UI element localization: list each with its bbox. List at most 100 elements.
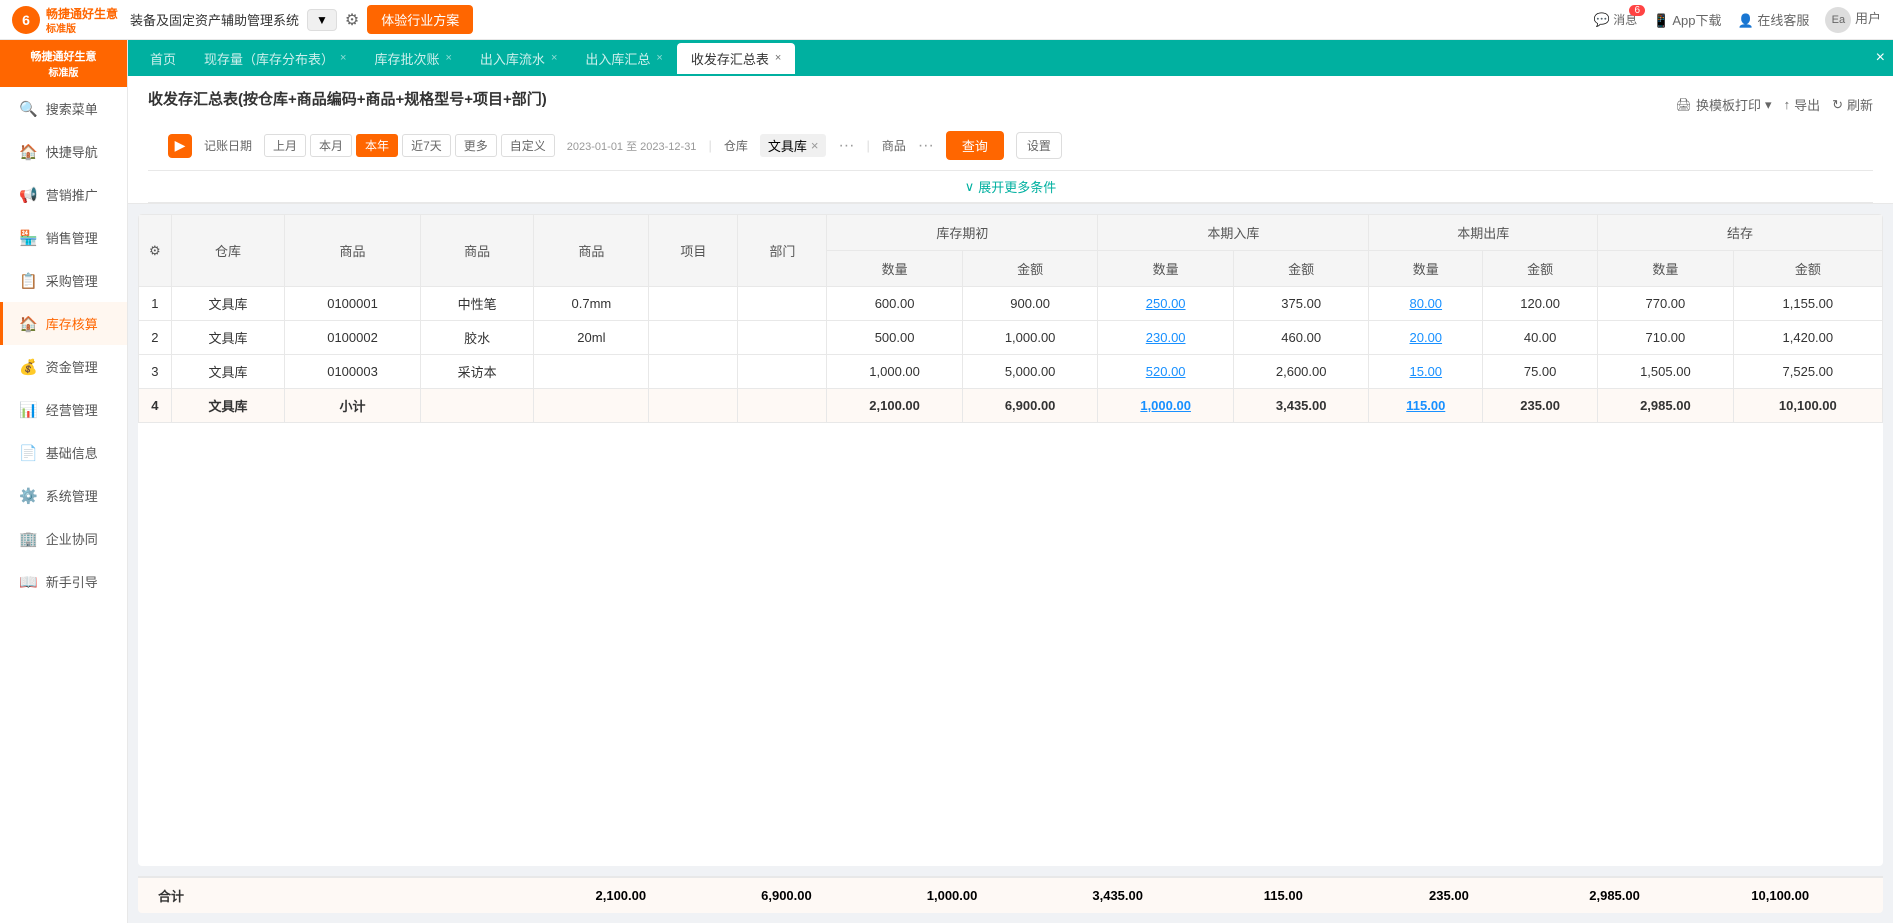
chip-this-month[interactable]: 本月 (310, 134, 352, 157)
finance-icon: 💰 (19, 358, 38, 376)
table-container: ⚙ 仓库 商品 商品 商品 项目 部门 库存期初 本期入库 本期出库 结存 (138, 214, 1883, 866)
date-label: 记账日期 (204, 137, 252, 154)
basic-icon: 📄 (19, 444, 38, 462)
sidebar-item-sales[interactable]: 🏪 销售管理 (0, 216, 127, 259)
chip-last-month[interactable]: 上月 (264, 134, 306, 157)
row-close-amt: 1,420.00 (1733, 321, 1882, 355)
system-name: 装备及固定资产辅助管理系统 (130, 10, 299, 29)
row-in-qty[interactable]: 520.00 (1098, 355, 1234, 389)
row-open-amt: 5,000.00 (962, 355, 1098, 389)
row-no: 3 (139, 355, 172, 389)
tab-stock-dist[interactable]: 现存量（库存分布表） × (190, 43, 360, 74)
th-code: 商品 (285, 215, 421, 287)
sidebar-label-purchase: 采购管理 (46, 271, 98, 290)
tab-inout-flow-label: 出入库流水 (480, 49, 545, 68)
row-out-amt: 235.00 (1483, 389, 1598, 423)
date-range: 2023-01-01 至 2023-12-31 (567, 138, 697, 154)
sidebar-label-marketing: 营销推广 (46, 185, 98, 204)
row-in-qty[interactable]: 250.00 (1098, 287, 1234, 321)
tab-inout-summary-label: 出入库汇总 (585, 49, 650, 68)
sidebar-label-search: 搜索菜单 (46, 99, 98, 118)
tab-inout-flow[interactable]: 出入库流水 × (466, 43, 571, 74)
app-logo: 6 畅捷通好生意 标准版 (12, 5, 118, 35)
row-in-qty[interactable]: 230.00 (1098, 321, 1234, 355)
row-name (420, 389, 534, 423)
sidebar-item-operation[interactable]: 📊 经营管理 (0, 388, 127, 431)
system-dropdown[interactable]: ▼ (307, 9, 337, 31)
sidebar-label-finance: 资金管理 (46, 357, 98, 376)
tab-recv-send-close[interactable]: × (775, 52, 781, 64)
row-out-qty[interactable]: 80.00 (1369, 287, 1483, 321)
product-more-button[interactable]: ··· (918, 137, 934, 155)
th-out: 本期出库 (1369, 215, 1598, 251)
sidebar-item-finance[interactable]: 💰 资金管理 (0, 345, 127, 388)
app-download[interactable]: 📱 App下载 (1653, 10, 1721, 29)
template-print-button[interactable]: 🖨 换模板打印 ▾ (1676, 95, 1772, 114)
sidebar-label-quick: 快捷导航 (46, 142, 98, 161)
page-header: 收发存汇总表(按仓库+商品编码+商品+规格型号+项目+部门) 🖨 换模板打印 ▾… (128, 76, 1893, 204)
chip-custom[interactable]: 自定义 (501, 134, 555, 157)
chip-more[interactable]: 更多 (455, 134, 497, 157)
th-settings[interactable]: ⚙ (139, 215, 172, 287)
settings-icon[interactable]: ⚙ (345, 10, 359, 30)
tab-bar-close[interactable]: × (1876, 49, 1885, 67)
filter-toggle-button[interactable]: ▶ (168, 134, 192, 158)
sidebar-item-search[interactable]: 🔍 搜索菜单 (0, 87, 127, 130)
tab-batch-label: 库存批次账 (374, 49, 439, 68)
row-close-qty: 710.00 (1598, 321, 1734, 355)
export-button[interactable]: ↑ 导出 (1784, 95, 1821, 114)
online-service[interactable]: 👤 在线客服 (1738, 10, 1810, 29)
expand-more-button[interactable]: ∨ 展开更多条件 (965, 177, 1057, 196)
sidebar-item-marketing[interactable]: 📢 营销推广 (0, 173, 127, 216)
page-content: 收发存汇总表(按仓库+商品编码+商品+规格型号+项目+部门) 🖨 换模板打印 ▾… (128, 76, 1893, 923)
row-out-qty[interactable]: 20.00 (1369, 321, 1483, 355)
brand-name: 畅捷通好生意 标准版 (46, 5, 118, 35)
chip-this-year[interactable]: 本年 (356, 134, 398, 157)
chip-7days[interactable]: 近7天 (402, 134, 451, 157)
sidebar-item-quick[interactable]: 🏠 快捷导航 (0, 130, 127, 173)
tab-inout-flow-close[interactable]: × (551, 52, 557, 64)
tab-recv-send[interactable]: 收发存汇总表 × (677, 43, 795, 74)
row-out-qty[interactable]: 115.00 (1369, 389, 1483, 423)
tab-home[interactable]: 首页 (136, 43, 190, 74)
sidebar-item-purchase[interactable]: 📋 采购管理 (0, 259, 127, 302)
warehouse-more-button[interactable]: ··· (838, 137, 854, 155)
logo-icon: 6 (12, 6, 40, 34)
sidebar-label-enterprise: 企业协同 (46, 529, 98, 548)
trial-button[interactable]: 体验行业方案 (367, 5, 473, 34)
tab-batch-close[interactable]: × (445, 52, 451, 64)
tab-stock-dist-close[interactable]: × (340, 52, 346, 64)
row-code: 0100002 (285, 321, 421, 355)
tab-inout-summary-close[interactable]: × (656, 52, 662, 64)
row-project (649, 355, 738, 389)
top-bar: 6 畅捷通好生意 标准版 装备及固定资产辅助管理系统 ▼ ⚙ 体验行业方案 💬 … (0, 0, 1893, 40)
tab-inout-summary[interactable]: 出入库汇总 × (571, 43, 676, 74)
row-open-qty: 1,000.00 (827, 355, 963, 389)
messages-icon[interactable]: 💬 6 消息 (1593, 11, 1637, 28)
tab-batch[interactable]: 库存批次账 × (360, 43, 465, 74)
warehouse-tag-close[interactable]: × (811, 138, 819, 153)
sidebar-item-basic[interactable]: 📄 基础信息 (0, 431, 127, 474)
purchase-icon: 📋 (19, 272, 38, 290)
th-close-amt: 金额 (1733, 251, 1882, 287)
row-code: 0100001 (285, 287, 421, 321)
refresh-button[interactable]: ↻ 刷新 (1832, 95, 1873, 114)
row-close-qty: 2,985.00 (1598, 389, 1734, 423)
sidebar-label-basic: 基础信息 (46, 443, 98, 462)
user-avatar[interactable]: Ea 用户 (1825, 7, 1881, 33)
row-project (649, 389, 738, 423)
sidebar-item-system[interactable]: ⚙️ 系统管理 (0, 474, 127, 517)
settings-button[interactable]: 设置 (1016, 132, 1062, 159)
header-actions: 🖨 换模板打印 ▾ ↑ 导出 ↻ 刷新 (1676, 95, 1874, 114)
row-open-qty: 500.00 (827, 321, 963, 355)
row-out-qty[interactable]: 15.00 (1369, 355, 1483, 389)
sidebar-item-newbie[interactable]: 📖 新手引导 (0, 560, 127, 603)
query-button[interactable]: 查询 (946, 131, 1004, 160)
row-in-qty[interactable]: 1,000.00 (1098, 389, 1234, 423)
sidebar-item-inventory[interactable]: 🏠 库存核算 (0, 302, 127, 345)
row-close-qty: 1,505.00 (1598, 355, 1734, 389)
sidebar-item-enterprise[interactable]: 🏢 企业协同 (0, 517, 127, 560)
row-dept (738, 287, 827, 321)
date-chips: 上月 本月 本年 近7天 更多 自定义 (264, 134, 555, 157)
row-spec (534, 389, 649, 423)
